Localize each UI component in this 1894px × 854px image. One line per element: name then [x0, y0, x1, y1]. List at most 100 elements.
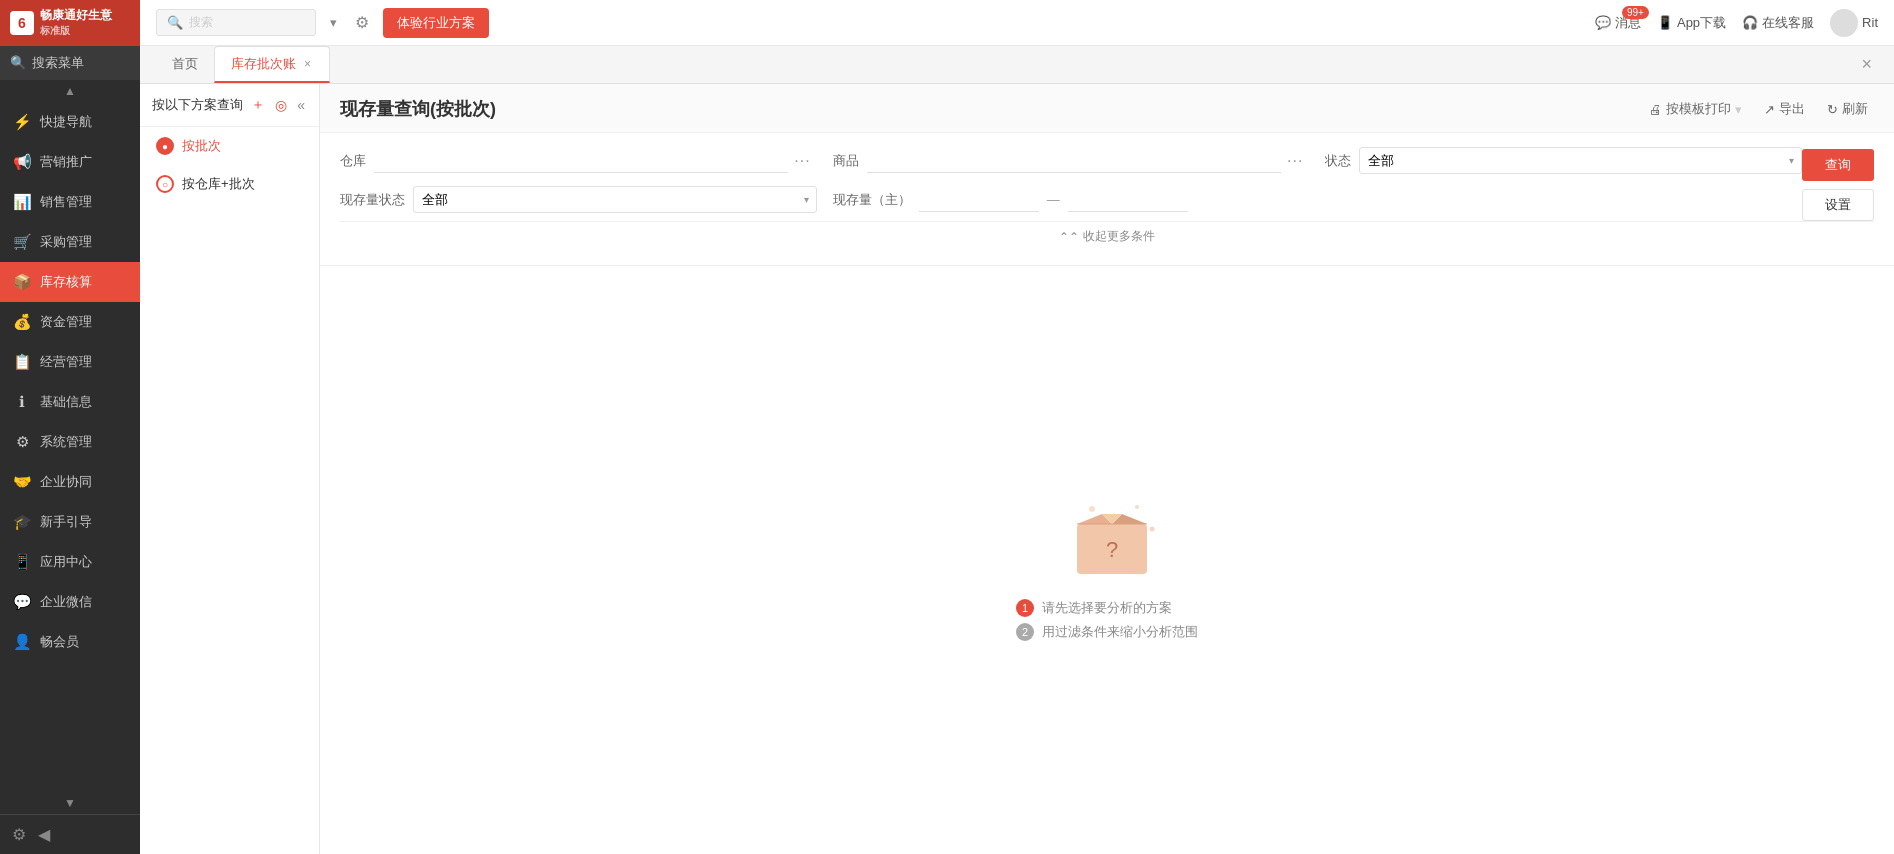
sales-icon: 📊 [12, 192, 32, 212]
sidebar-item-label: 系统管理 [40, 433, 92, 451]
sidebar-item-guide[interactable]: 🎓 新手引导 [0, 502, 140, 542]
stock-qty-max-input[interactable] [1068, 188, 1188, 212]
sidebar-item-label: 快捷导航 [40, 113, 92, 131]
topbar-settings-button[interactable]: ⚙ [351, 9, 373, 36]
print-button[interactable]: 🖨 按模板打印 ▾ [1643, 96, 1748, 122]
tab-inventory-batch-label: 库存批次账 [231, 55, 296, 73]
panel-close-button[interactable]: × [1855, 52, 1878, 77]
finance-icon: 💰 [12, 312, 32, 332]
svg-point-3 [1089, 506, 1095, 512]
message-button[interactable]: 💬 消息 99+ [1595, 14, 1641, 32]
tab-close-button[interactable]: × [302, 58, 313, 70]
sidebar-item-label: 营销推广 [40, 153, 92, 171]
app-download-icon: 📱 [1657, 15, 1673, 30]
basics-icon: ℹ [12, 392, 32, 412]
user-avatar[interactable]: Rit [1830, 9, 1878, 37]
filter-settings-button[interactable]: 设置 [1802, 189, 1874, 221]
app-download-button[interactable]: 📱 App下载 [1657, 14, 1726, 32]
guide-icon: 🎓 [12, 512, 32, 532]
user-name: Rit [1862, 15, 1878, 30]
sidebar-item-sales[interactable]: 📊 销售管理 [0, 182, 140, 222]
main-area: 🔍 搜索 ▾ ⚙ 体验行业方案 💬 消息 99+ 📱 App下载 🎧 在线客服 [140, 0, 1894, 854]
sidebar-item-label: 新手引导 [40, 513, 92, 531]
online-service-label: 在线客服 [1762, 14, 1814, 32]
plan-icon-batch: ● [156, 137, 174, 155]
print-icon: 🖨 [1649, 102, 1662, 117]
sidebar-item-label: 基础信息 [40, 393, 92, 411]
export-icon: ↗ [1764, 102, 1775, 117]
sidebar-item-system[interactable]: ⚙ 系统管理 [0, 422, 140, 462]
tab-inventory-batch[interactable]: 库存批次账 × [214, 46, 330, 83]
empty-state: ? 1 请先选择要分析的方案 2 用过滤条件来缩小分析范围 [320, 266, 1894, 854]
tab-home[interactable]: 首页 [156, 47, 214, 83]
warehouse-dots[interactable]: ··· [788, 150, 816, 172]
stock-status-label: 现存量状态 [340, 191, 405, 209]
tabbar: 首页 库存批次账 × × [140, 46, 1894, 84]
plan-icon-warehouse: ○ [156, 175, 174, 193]
refresh-icon: ↻ [1827, 102, 1838, 117]
sidebar-item-appstore[interactable]: 📱 应用中心 [0, 542, 140, 582]
sidebar-item-wechat[interactable]: 💬 企业微信 [0, 582, 140, 622]
sidebar-item-member[interactable]: 👤 畅会员 [0, 622, 140, 662]
status-select[interactable]: 全部 正常 禁用 [1359, 147, 1802, 174]
hint-number-2: 2 [1016, 623, 1034, 641]
sidebar-item-inventory[interactable]: 📦 库存核算 [0, 262, 140, 302]
topbar-search-box[interactable]: 🔍 搜索 [156, 9, 316, 36]
inventory-icon: 📦 [12, 272, 32, 292]
sidebar-search[interactable]: 🔍 搜索菜单 [0, 46, 140, 80]
sidebar-item-label: 经营管理 [40, 353, 92, 371]
filter-group-warehouse: 仓库 ··· [340, 149, 817, 173]
sidebar-item-finance[interactable]: 💰 资金管理 [0, 302, 140, 342]
chevron-up-icon: ⌃⌃ [1059, 230, 1079, 244]
right-content: 现存量查询(按批次) 🖨 按模板打印 ▾ ↗ 导出 ↻ 刷新 [320, 84, 1894, 854]
sidebar-item-marketing[interactable]: 📢 营销推广 [0, 142, 140, 182]
footer-settings-button[interactable]: ⚙ [10, 823, 28, 846]
page-header: 现存量查询(按批次) 🖨 按模板打印 ▾ ↗ 导出 ↻ 刷新 [320, 84, 1894, 133]
status-label: 状态 [1325, 152, 1351, 170]
stock-qty-dash: — [1039, 192, 1068, 207]
sidebar-item-operations[interactable]: 📋 经营管理 [0, 342, 140, 382]
filter-row-1: 仓库 ··· 商品 ··· 状态 [340, 147, 1802, 174]
shortcuts-icon: ⚡ [12, 112, 32, 132]
plan-item-batch[interactable]: ● 按批次 [140, 127, 319, 165]
empty-hints: 1 请先选择要分析的方案 2 用过滤条件来缩小分析范围 [1016, 599, 1198, 641]
product-dots[interactable]: ··· [1281, 150, 1309, 172]
wechat-icon: 💬 [12, 592, 32, 612]
plan-settings-button[interactable]: ◎ [273, 95, 289, 115]
product-label: 商品 [833, 152, 859, 170]
app-edition: 标准版 [40, 24, 112, 38]
filter-fields: 仓库 ··· 商品 ··· 状态 [340, 147, 1802, 213]
print-label: 按模板打印 [1666, 100, 1731, 118]
topbar-dropdown-button[interactable]: ▾ [326, 13, 341, 32]
export-button[interactable]: ↗ 导出 [1758, 96, 1811, 122]
add-plan-button[interactable]: ＋ [249, 94, 267, 116]
collapse-panel-button[interactable]: « [295, 95, 307, 115]
status-select-wrapper: 全部 正常 禁用 ▾ [1359, 147, 1802, 174]
stock-status-select[interactable]: 全部 有库存 无库存 [413, 186, 817, 213]
avatar [1830, 9, 1858, 37]
export-label: 导出 [1779, 100, 1805, 118]
plan-item-warehouse-batch[interactable]: ○ 按仓库+批次 [140, 165, 319, 203]
message-icon: 💬 [1595, 15, 1611, 30]
scroll-down-button[interactable]: ▼ [0, 792, 140, 814]
collab-icon: 🤝 [12, 472, 32, 492]
warehouse-input[interactable] [374, 149, 788, 173]
online-service-button[interactable]: 🎧 在线客服 [1742, 14, 1814, 32]
product-input[interactable] [867, 149, 1281, 173]
stock-qty-min-input[interactable] [919, 188, 1039, 212]
sidebar-item-purchase[interactable]: 🛒 采购管理 [0, 222, 140, 262]
scroll-up-button[interactable]: ▲ [0, 80, 140, 102]
sidebar-item-basics[interactable]: ℹ 基础信息 [0, 382, 140, 422]
query-button[interactable]: 查询 [1802, 149, 1874, 181]
filter-action-column: 查询 设置 [1802, 147, 1874, 221]
sidebar-item-collab[interactable]: 🤝 企业协同 [0, 462, 140, 502]
refresh-button[interactable]: ↻ 刷新 [1821, 96, 1874, 122]
content: 按以下方案查询 ＋ ◎ « ● 按批次 ○ 按仓库+批次 现存量查询(按批次) [140, 84, 1894, 854]
collapse-row[interactable]: ⌃⌃ 收起更多条件 [340, 221, 1874, 251]
footer-collapse-button[interactable]: ◀ [36, 823, 52, 846]
trial-button[interactable]: 体验行业方案 [383, 8, 489, 38]
sidebar: 6 畅康通好生意 标准版 🔍 搜索菜单 ▲ ⚡ 快捷导航 📢 营销推广 📊 销售… [0, 0, 140, 854]
hint-text-1: 请先选择要分析的方案 [1042, 599, 1172, 617]
empty-svg: ? [1057, 479, 1167, 589]
sidebar-item-shortcuts[interactable]: ⚡ 快捷导航 [0, 102, 140, 142]
